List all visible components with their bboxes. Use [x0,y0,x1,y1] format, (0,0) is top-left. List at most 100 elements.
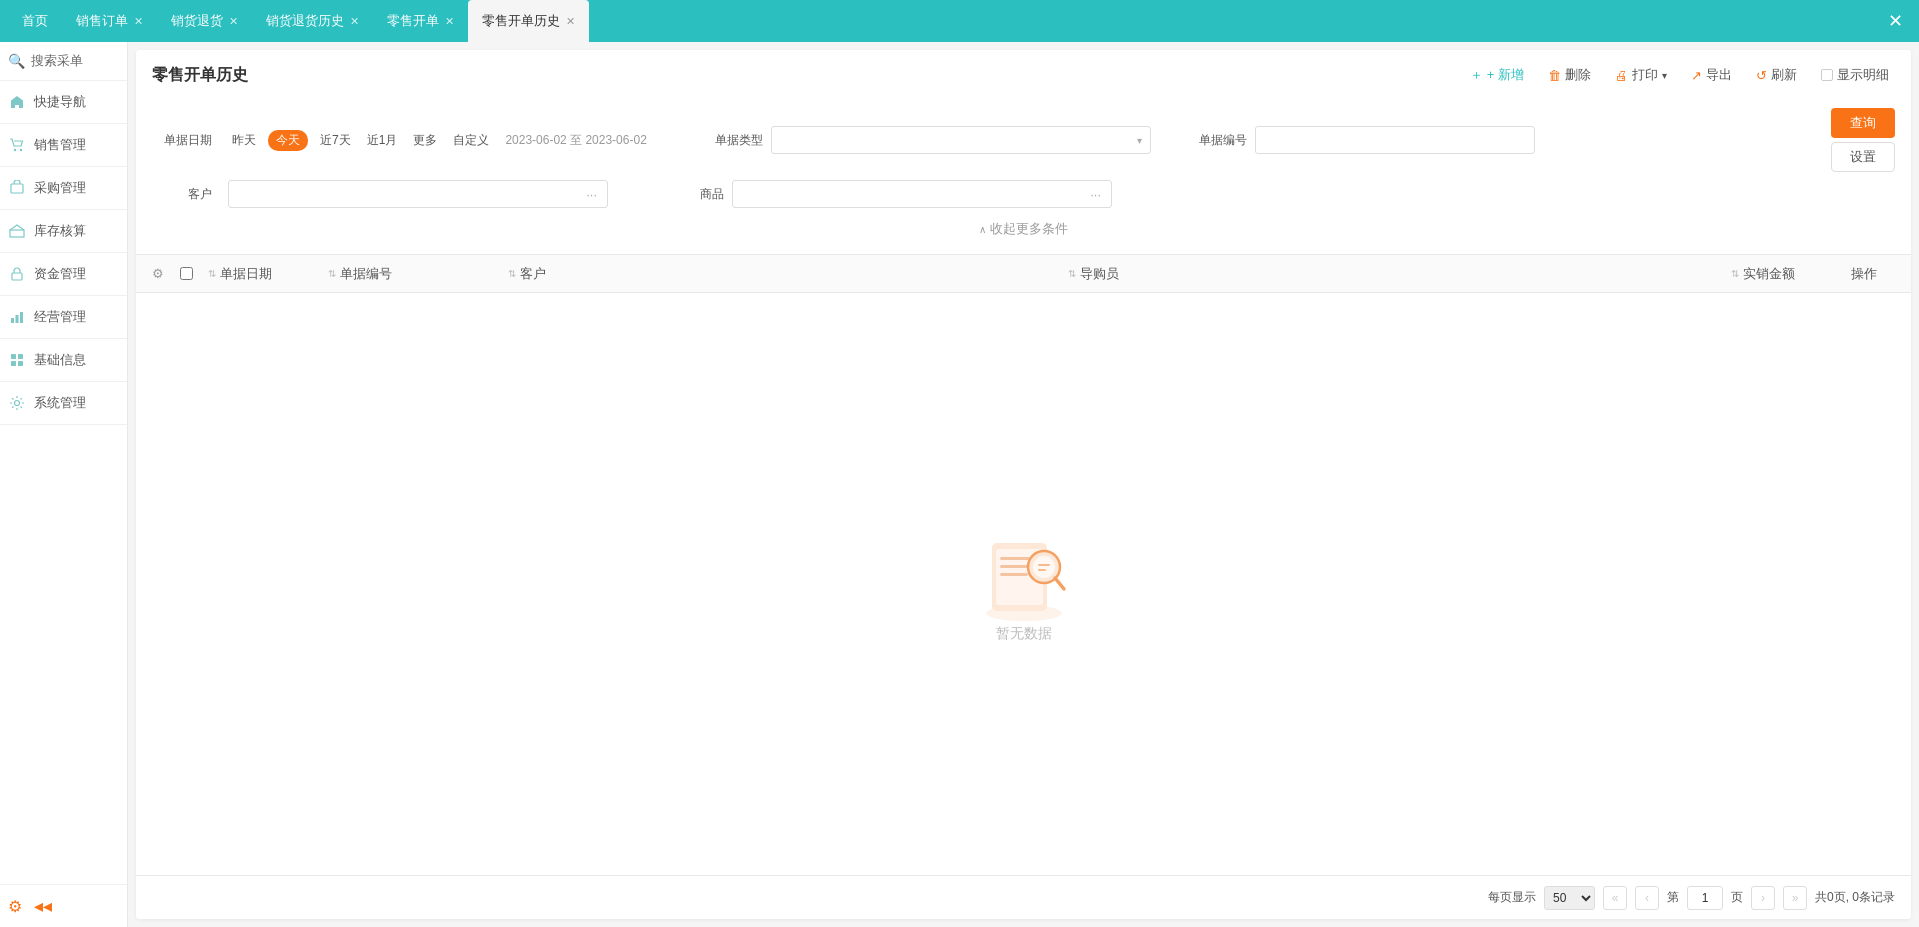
select-all-checkbox[interactable] [180,267,193,280]
sidebar-item-inventory[interactable]: 库存核算 [0,210,127,253]
sidebar-item-quick-nav[interactable]: 快捷导航 [0,81,127,124]
tab-retail-open[interactable]: 零售开单 ✕ [373,0,468,42]
svg-rect-2 [11,184,23,193]
sidebar-item-basic-info[interactable]: 基础信息 [0,339,127,382]
date-btn-yesterday[interactable]: 昨天 [228,130,260,151]
customer-label: 客户 [152,186,212,203]
type-select[interactable]: ▾ [771,126,1151,154]
refresh-label: 刷新 [1771,66,1797,84]
th-date: ⇅ 单据日期 [200,265,320,283]
customer-dots[interactable]: ··· [582,187,601,202]
svg-rect-10 [11,361,16,366]
sidebar-item-operations[interactable]: 经营管理 [0,296,127,339]
tab-close-sales-order[interactable]: ✕ [134,15,143,28]
tab-sales-return-history[interactable]: 销货退货历史 ✕ [252,0,373,42]
date-btn-today[interactable]: 今天 [268,130,308,151]
box-icon [8,179,26,197]
tab-close-sales-return[interactable]: ✕ [229,15,238,28]
print-button[interactable]: 🖨 打印 ▾ [1609,62,1673,88]
sidebar-item-quick-nav-label: 快捷导航 [34,93,86,111]
page-size-select[interactable]: 50 10 20 100 [1544,886,1595,910]
sort-amount-icon[interactable]: ⇅ [1731,268,1739,279]
sidebar-bottom: ⚙ ◂◂ [0,884,127,927]
no-input[interactable] [1255,126,1535,154]
sidebar-item-finance[interactable]: 资金管理 [0,253,127,296]
date-range: 2023-06-02 至 2023-06-02 [505,132,646,149]
empty-state: 暂无数据 [136,293,1911,875]
delete-button[interactable]: 🗑 删除 [1542,62,1597,88]
page-header: 零售开单历史 ＋ + 新增 🗑 删除 🖨 打印 [136,50,1911,255]
query-button[interactable]: 查询 [1831,108,1895,138]
settings-bottom-icon[interactable]: ⚙ [8,897,22,916]
inner-content: 零售开单历史 ＋ + 新增 🗑 删除 🖨 打印 [136,50,1911,919]
sidebar-item-finance-label: 资金管理 [34,265,86,283]
th-settings-icon[interactable]: ⚙ [144,266,172,281]
prev-page-btn[interactable]: ‹ [1635,886,1659,910]
date-label: 单据日期 [152,132,212,149]
total-info: 共0页, 0条记录 [1815,889,1895,906]
filter-row-1: 单据日期 昨天 今天 近7天 近1月 更多 自定义 2023-06-02 至 2… [152,108,1895,172]
first-page-btn[interactable]: « [1603,886,1627,910]
goods-label: 商品 [664,186,724,203]
export-button[interactable]: ↗ 导出 [1685,62,1738,88]
svg-rect-4 [12,273,22,280]
sort-customer-icon[interactable]: ⇅ [508,268,516,279]
sidebar-search[interactable]: 🔍 搜索采单 [0,42,127,81]
date-btn-7days[interactable]: 近7天 [316,130,355,151]
export-icon: ↗ [1691,68,1702,83]
sort-salesperson-icon[interactable]: ⇅ [1068,268,1076,279]
tab-close-sales-return-history[interactable]: ✕ [350,15,359,28]
svg-rect-23 [1038,569,1046,571]
date-btn-1month[interactable]: 近1月 [363,130,402,151]
print-dropdown-icon: ▾ [1662,70,1667,81]
add-label: + 新增 [1487,66,1524,84]
svg-point-0 [14,149,16,151]
collapse-sidebar-icon[interactable]: ◂◂ [34,895,52,917]
date-btn-custom[interactable]: 自定义 [449,130,493,151]
sidebar-item-purchase-mgmt[interactable]: 采购管理 [0,167,127,210]
tab-sales-return[interactable]: 销货退货 ✕ [157,0,252,42]
page-label: 页 [1731,889,1743,906]
display-checkbox[interactable] [1821,69,1833,81]
svg-rect-16 [1000,557,1030,560]
cart-icon [8,136,26,154]
add-button[interactable]: ＋ + 新增 [1464,62,1530,88]
sort-no-icon[interactable]: ⇅ [328,268,336,279]
date-btn-more[interactable]: 更多 [409,130,441,151]
page-title: 零售开单历史 [152,65,248,86]
next-page-btn[interactable]: › [1751,886,1775,910]
svg-rect-6 [16,315,19,323]
home-icon [8,93,26,111]
sidebar-item-system[interactable]: 系统管理 [0,382,127,425]
goods-dots[interactable]: ··· [1086,187,1105,202]
display-detail-button[interactable]: 显示明细 [1815,62,1895,88]
pagination-bar: 每页显示 50 10 20 100 « ‹ 第 页 › » 共0页, 0条记录 [136,875,1911,919]
settings-button[interactable]: 设置 [1831,142,1895,172]
th-salesperson: ⇅ 导购员 [1060,265,1180,283]
tab-close-retail-open-history[interactable]: ✕ [566,15,575,28]
table-header: ⚙ ⇅ 单据日期 ⇅ 单据编号 ⇅ 客户 [136,255,1911,293]
tab-close-retail-open[interactable]: ✕ [445,15,454,28]
svg-rect-9 [18,354,23,359]
top-tab-bar: 首页 销售订单 ✕ 销货退货 ✕ 销货退货历史 ✕ 零售开单 ✕ 零售开单历史 … [0,0,1919,42]
collapse-bar[interactable]: ∧ 收起更多条件 [152,216,1895,246]
page-number-input[interactable] [1687,886,1723,910]
th-action: 操作 [1843,265,1903,283]
th-checkbox[interactable] [172,267,200,280]
sort-date-icon[interactable]: ⇅ [208,268,216,279]
delete-label: 删除 [1565,66,1591,84]
last-page-btn[interactable]: » [1783,886,1807,910]
tab-retail-open-history[interactable]: 零售开单历史 ✕ [468,0,589,42]
warehouse-icon [8,222,26,240]
th-customer-label: 客户 [520,265,546,283]
window-close-btn[interactable]: ✕ [1880,6,1911,36]
sidebar-item-sales-mgmt[interactable]: 销售管理 [0,124,127,167]
sidebar: 🔍 搜索采单 快捷导航 销售管理 采购管理 库存核算 [0,42,128,927]
tab-home[interactable]: 首页 [8,0,62,42]
tab-sales-order[interactable]: 销售订单 ✕ [62,0,157,42]
filter-row-2: 客户 ··· 商品 ··· [152,180,1895,208]
toolbar: ＋ + 新增 🗑 删除 🖨 打印 ▾ ↗ [1464,62,1895,88]
refresh-button[interactable]: ↺ 刷新 [1750,62,1803,88]
sidebar-item-operations-label: 经营管理 [34,308,86,326]
print-label: 打印 [1632,66,1658,84]
